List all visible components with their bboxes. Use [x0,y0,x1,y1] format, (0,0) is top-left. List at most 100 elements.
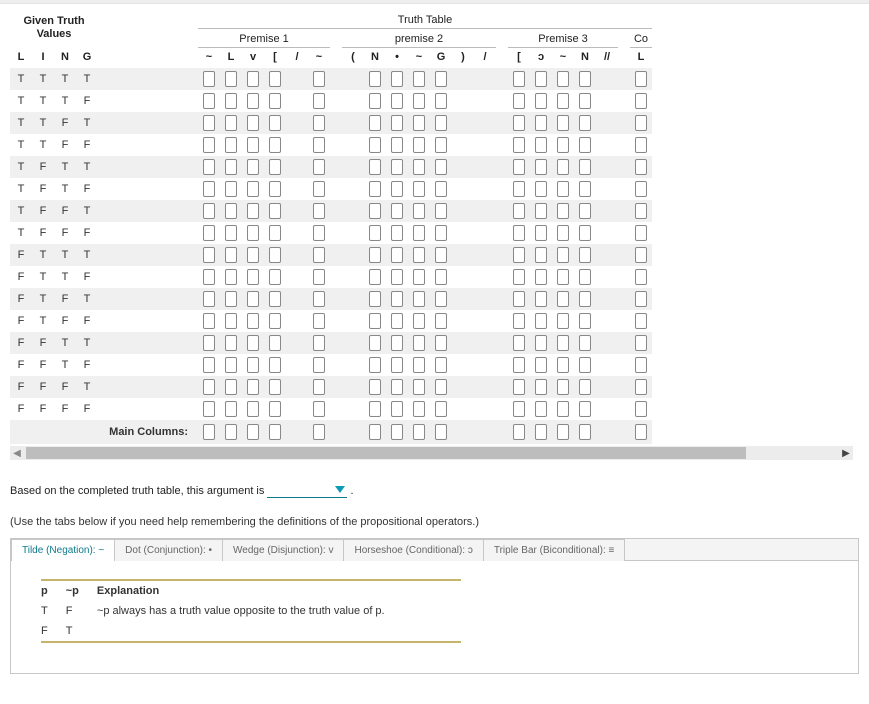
truth-input[interactable] [413,335,425,351]
truth-input[interactable] [313,357,325,373]
truth-input[interactable] [435,269,447,285]
truth-input[interactable] [557,71,569,87]
truth-input[interactable] [247,335,259,351]
truth-input[interactable] [513,181,525,197]
truth-input[interactable] [369,424,381,440]
tab-horseshoe[interactable]: Horseshoe (Conditional): ↄ [343,539,483,561]
truth-input[interactable] [247,181,259,197]
truth-input[interactable] [369,181,381,197]
truth-input[interactable] [313,159,325,175]
truth-input[interactable] [203,225,215,241]
truth-input[interactable] [435,401,447,417]
tab-wedge[interactable]: Wedge (Disjunction): v [222,539,344,561]
truth-input[interactable] [535,313,547,329]
truth-input[interactable] [369,335,381,351]
truth-input[interactable] [369,159,381,175]
truth-input[interactable] [225,203,237,219]
truth-input[interactable] [313,71,325,87]
truth-input[interactable] [225,291,237,307]
truth-input[interactable] [391,115,403,131]
truth-input[interactable] [435,424,447,440]
truth-input[interactable] [435,181,447,197]
truth-input[interactable] [635,424,647,440]
truth-input[interactable] [313,269,325,285]
truth-input[interactable] [413,357,425,373]
truth-input[interactable] [391,225,403,241]
truth-input[interactable] [391,71,403,87]
truth-input[interactable] [435,93,447,109]
truth-input[interactable] [269,203,281,219]
truth-input[interactable] [313,181,325,197]
truth-input[interactable] [269,71,281,87]
truth-input[interactable] [225,71,237,87]
truth-input[interactable] [513,225,525,241]
truth-input[interactable] [557,203,569,219]
truth-input[interactable] [203,291,215,307]
truth-input[interactable] [579,159,591,175]
tab-triplebar[interactable]: Triple Bar (Biconditional): ≡ [483,539,626,561]
truth-input[interactable] [225,424,237,440]
truth-input[interactable] [535,115,547,131]
conclusion-dropdown[interactable] [267,484,347,498]
truth-input[interactable] [391,181,403,197]
truth-input[interactable] [579,115,591,131]
truth-input[interactable] [369,71,381,87]
truth-input[interactable] [247,159,259,175]
truth-input[interactable] [579,335,591,351]
truth-input[interactable] [413,291,425,307]
truth-input[interactable] [313,203,325,219]
truth-input[interactable] [313,335,325,351]
truth-input[interactable] [579,424,591,440]
truth-input[interactable] [535,357,547,373]
truth-input[interactable] [413,181,425,197]
truth-input[interactable] [557,247,569,263]
truth-input[interactable] [247,291,259,307]
truth-input[interactable] [391,291,403,307]
truth-input[interactable] [203,269,215,285]
truth-input[interactable] [413,115,425,131]
truth-input[interactable] [579,247,591,263]
truth-input[interactable] [269,379,281,395]
truth-input[interactable] [203,357,215,373]
truth-input[interactable] [413,269,425,285]
truth-input[interactable] [225,137,237,153]
truth-input[interactable] [557,137,569,153]
truth-input[interactable] [369,137,381,153]
scroll-thumb[interactable] [26,447,746,459]
truth-input[interactable] [535,203,547,219]
truth-input[interactable] [513,291,525,307]
truth-input[interactable] [513,137,525,153]
truth-input[interactable] [579,71,591,87]
truth-input[interactable] [579,401,591,417]
truth-input[interactable] [269,93,281,109]
truth-input[interactable] [435,203,447,219]
truth-input[interactable] [635,225,647,241]
truth-input[interactable] [535,379,547,395]
truth-input[interactable] [413,71,425,87]
truth-input[interactable] [391,335,403,351]
truth-input[interactable] [269,401,281,417]
truth-input[interactable] [413,159,425,175]
truth-input[interactable] [225,379,237,395]
tab-tilde[interactable]: Tilde (Negation): ~ [11,539,115,561]
truth-input[interactable] [369,269,381,285]
truth-input[interactable] [535,335,547,351]
truth-input[interactable] [313,225,325,241]
truth-input[interactable] [535,269,547,285]
truth-input[interactable] [203,203,215,219]
truth-input[interactable] [435,247,447,263]
truth-input[interactable] [557,401,569,417]
truth-input[interactable] [369,313,381,329]
truth-input[interactable] [203,159,215,175]
truth-input[interactable] [391,401,403,417]
truth-input[interactable] [203,424,215,440]
truth-input[interactable] [391,247,403,263]
truth-input[interactable] [579,357,591,373]
truth-input[interactable] [269,424,281,440]
truth-input[interactable] [635,115,647,131]
truth-input[interactable] [203,401,215,417]
truth-input[interactable] [225,269,237,285]
truth-input[interactable] [413,225,425,241]
truth-input[interactable] [203,71,215,87]
truth-input[interactable] [435,115,447,131]
